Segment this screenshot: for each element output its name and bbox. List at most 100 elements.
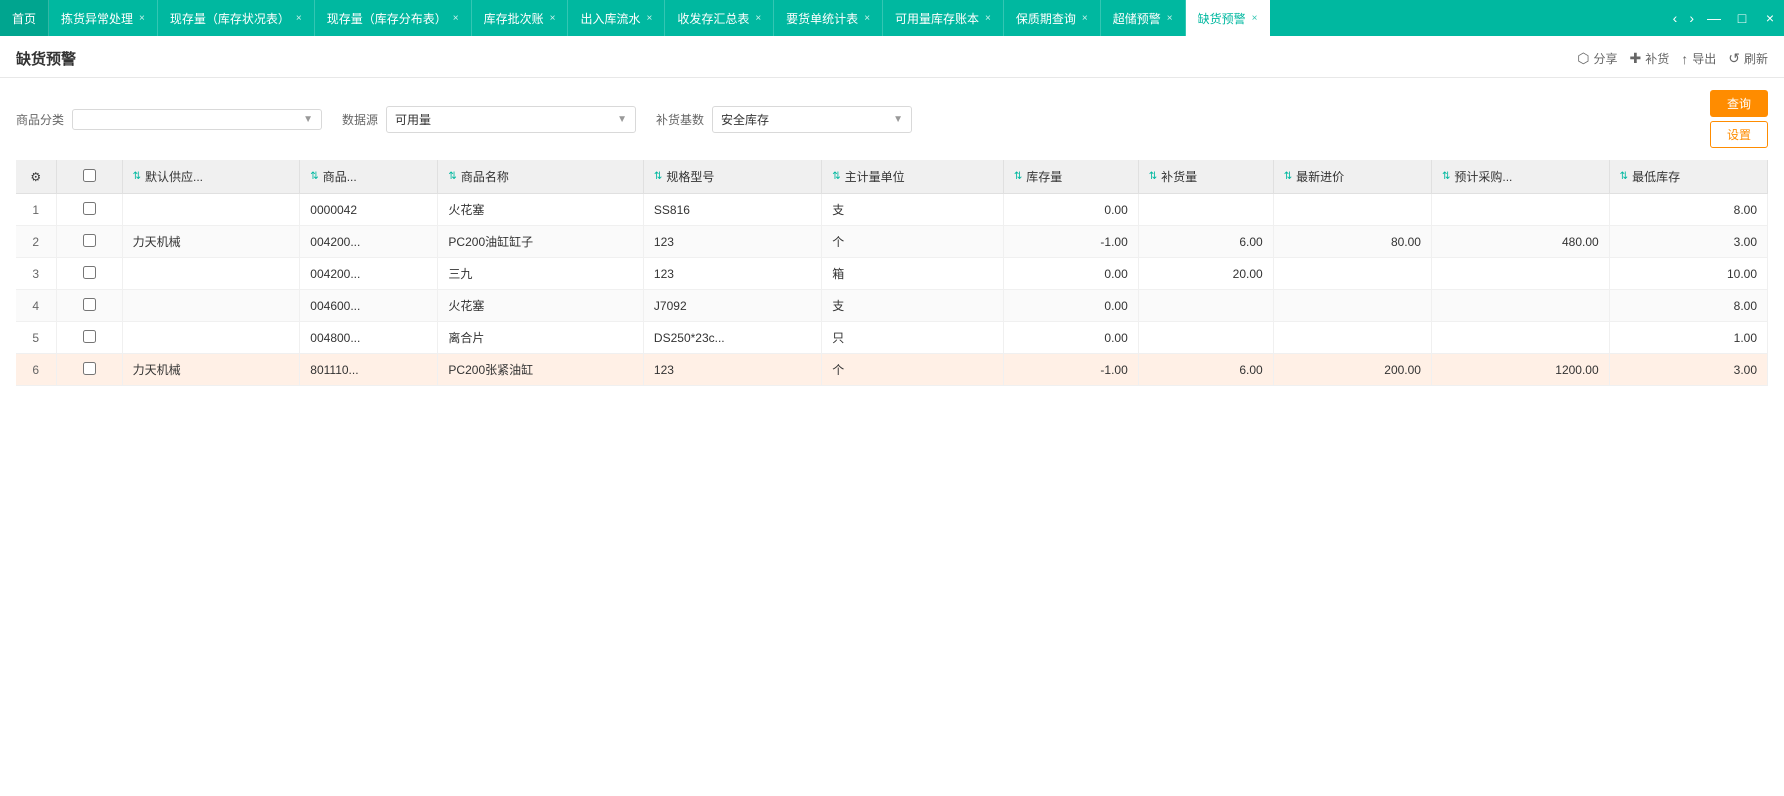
tab-flow[interactable]: 出入库流水 × <box>568 0 665 36</box>
row-unit-4: 支 <box>822 290 1004 322</box>
row-select-1[interactable] <box>83 202 96 215</box>
select-all-checkbox[interactable] <box>83 169 96 182</box>
tab-shortage[interactable]: 缺货预警 × <box>1186 0 1271 36</box>
tab-shortage-close[interactable]: × <box>1252 13 1258 24</box>
export-button[interactable]: ↑ 导出 <box>1681 50 1716 67</box>
tab-available-label: 可用量库存账本 <box>895 10 979 27</box>
row-num-6: 6 <box>16 354 56 386</box>
tab-expiry[interactable]: 保质期查询 × <box>1004 0 1101 36</box>
tab-home[interactable]: 首页 <box>0 0 49 36</box>
column-settings-icon[interactable]: ⚙ <box>30 170 41 184</box>
tab-inventory-status[interactable]: 现存量（库存状况表） × <box>158 0 315 36</box>
commodity-class-select[interactable]: ▼ <box>72 109 322 130</box>
row-latest-price-2: 80.00 <box>1273 226 1431 258</box>
th-code-label: 商品... <box>323 168 357 185</box>
row-select-6[interactable] <box>83 362 96 375</box>
row-name-5: 离合片 <box>438 322 644 354</box>
tab-summary[interactable]: 收发存汇总表 × <box>665 0 774 36</box>
th-unit: ⇅ 主计量单位 <box>822 160 1004 194</box>
table-header-row: ⚙ ⇅ 默认供应... ⇅ 商品... <box>16 160 1768 194</box>
nav-maximize-btn[interactable]: □ <box>1728 10 1756 26</box>
row-min-stock-3: 10.00 <box>1609 258 1767 290</box>
tab-demand[interactable]: 要货单统计表 × <box>774 0 883 36</box>
th-min-stock-label: 最低库存 <box>1632 168 1680 185</box>
row-select-3[interactable] <box>83 266 96 279</box>
share-button[interactable]: ⬡ 分享 <box>1577 50 1617 67</box>
tab-inventory-dist-label: 现存量（库存分布表） <box>327 10 447 27</box>
tab-picking-close[interactable]: × <box>139 13 145 24</box>
row-supplier-4 <box>122 290 300 322</box>
table-row: 1 0000042 火花塞 SS816 支 0.00 8.00 <box>16 194 1768 226</box>
tab-batch[interactable]: 库存批次账 × <box>472 0 569 36</box>
tab-batch-close[interactable]: × <box>550 13 556 24</box>
row-unit-6: 个 <box>822 354 1004 386</box>
th-latest-price-label: 最新进价 <box>1296 168 1344 185</box>
row-name-6: PC200张紧油缸 <box>438 354 644 386</box>
row-checkbox-2 <box>56 226 122 258</box>
table-row: 5 004800... 离合片 DS250*23c... 只 0.00 1.00 <box>16 322 1768 354</box>
export-icon: ↑ <box>1681 51 1688 67</box>
nav-prev-btn[interactable]: ‹ <box>1667 10 1684 26</box>
th-min-stock: ⇅ 最低库存 <box>1609 160 1767 194</box>
tab-batch-label: 库存批次账 <box>484 10 544 27</box>
table-container: ⚙ ⇅ 默认供应... ⇅ 商品... <box>0 160 1784 386</box>
replenish-base-select[interactable]: 安全库存 ▼ <box>712 106 912 133</box>
th-stock: ⇅ 库存量 <box>1003 160 1138 194</box>
row-stock-5: 0.00 <box>1003 322 1138 354</box>
tab-available[interactable]: 可用量库存账本 × <box>883 0 1004 36</box>
top-nav: 首页 拣货异常处理 × 现存量（库存状况表） × 现存量（库存分布表） × 库存… <box>0 0 1784 36</box>
row-latest-price-5 <box>1273 322 1431 354</box>
row-num-3: 3 <box>16 258 56 290</box>
row-stock-2: -1.00 <box>1003 226 1138 258</box>
tab-summary-close[interactable]: × <box>755 13 761 24</box>
nav-minimize-btn[interactable]: — <box>1700 10 1728 26</box>
row-select-5[interactable] <box>83 330 96 343</box>
tab-picking[interactable]: 拣货异常处理 × <box>49 0 158 36</box>
tab-demand-label: 要货单统计表 <box>786 10 858 27</box>
row-spec-6: 123 <box>643 354 821 386</box>
tab-available-close[interactable]: × <box>985 13 991 24</box>
tab-flow-close[interactable]: × <box>646 13 652 24</box>
row-code-6: 801110... <box>300 354 438 386</box>
row-code-4: 004600... <box>300 290 438 322</box>
tab-inventory-dist[interactable]: 现存量（库存分布表） × <box>315 0 472 36</box>
th-settings: ⚙ <box>16 160 56 194</box>
th-unit-label: 主计量单位 <box>845 168 905 185</box>
row-supplier-1 <box>122 194 300 226</box>
tab-picking-label: 拣货异常处理 <box>61 10 133 27</box>
tab-overstock-close[interactable]: × <box>1167 13 1173 24</box>
spec-sort-icon: ⇅ <box>654 171 662 182</box>
settings-button[interactable]: 设置 <box>1710 121 1768 148</box>
supplier-sort-icon: ⇅ <box>133 171 141 182</box>
tab-inventory-dist-close[interactable]: × <box>453 13 459 24</box>
row-checkbox-3 <box>56 258 122 290</box>
row-select-2[interactable] <box>83 234 96 247</box>
data-source-select[interactable]: 可用量 ▼ <box>386 106 636 133</box>
row-select-4[interactable] <box>83 298 96 311</box>
share-icon: ⬡ <box>1577 50 1589 67</box>
tab-home-label: 首页 <box>12 10 36 27</box>
query-button[interactable]: 查询 <box>1710 90 1768 117</box>
tab-expiry-close[interactable]: × <box>1082 13 1088 24</box>
tab-expiry-label: 保质期查询 <box>1016 10 1076 27</box>
nav-close-btn[interactable]: × <box>1756 10 1784 26</box>
name-sort-icon: ⇅ <box>448 171 456 182</box>
tab-demand-close[interactable]: × <box>864 13 870 24</box>
replenish-base-filter: 补货基数 安全库存 ▼ <box>656 106 912 133</box>
refresh-button[interactable]: ↺ 刷新 <box>1728 50 1768 67</box>
row-estimated-purchase-5 <box>1431 322 1609 354</box>
nav-controls: ‹ › — □ × <box>1667 10 1784 26</box>
estimated-purchase-sort-icon: ⇅ <box>1442 171 1450 182</box>
tab-overstock[interactable]: 超储预警 × <box>1101 0 1186 36</box>
th-replenish: ⇅ 补货量 <box>1138 160 1273 194</box>
row-estimated-purchase-4 <box>1431 290 1609 322</box>
replenish-icon: ✚ <box>1629 50 1641 67</box>
th-name: ⇅ 商品名称 <box>438 160 644 194</box>
nav-next-btn[interactable]: › <box>1683 10 1700 26</box>
th-stock-label: 库存量 <box>1026 168 1062 185</box>
replenish-button[interactable]: ✚ 补货 <box>1629 50 1669 67</box>
row-checkbox-6 <box>56 354 122 386</box>
row-min-stock-5: 1.00 <box>1609 322 1767 354</box>
tab-inventory-status-close[interactable]: × <box>296 13 302 24</box>
row-min-stock-2: 3.00 <box>1609 226 1767 258</box>
